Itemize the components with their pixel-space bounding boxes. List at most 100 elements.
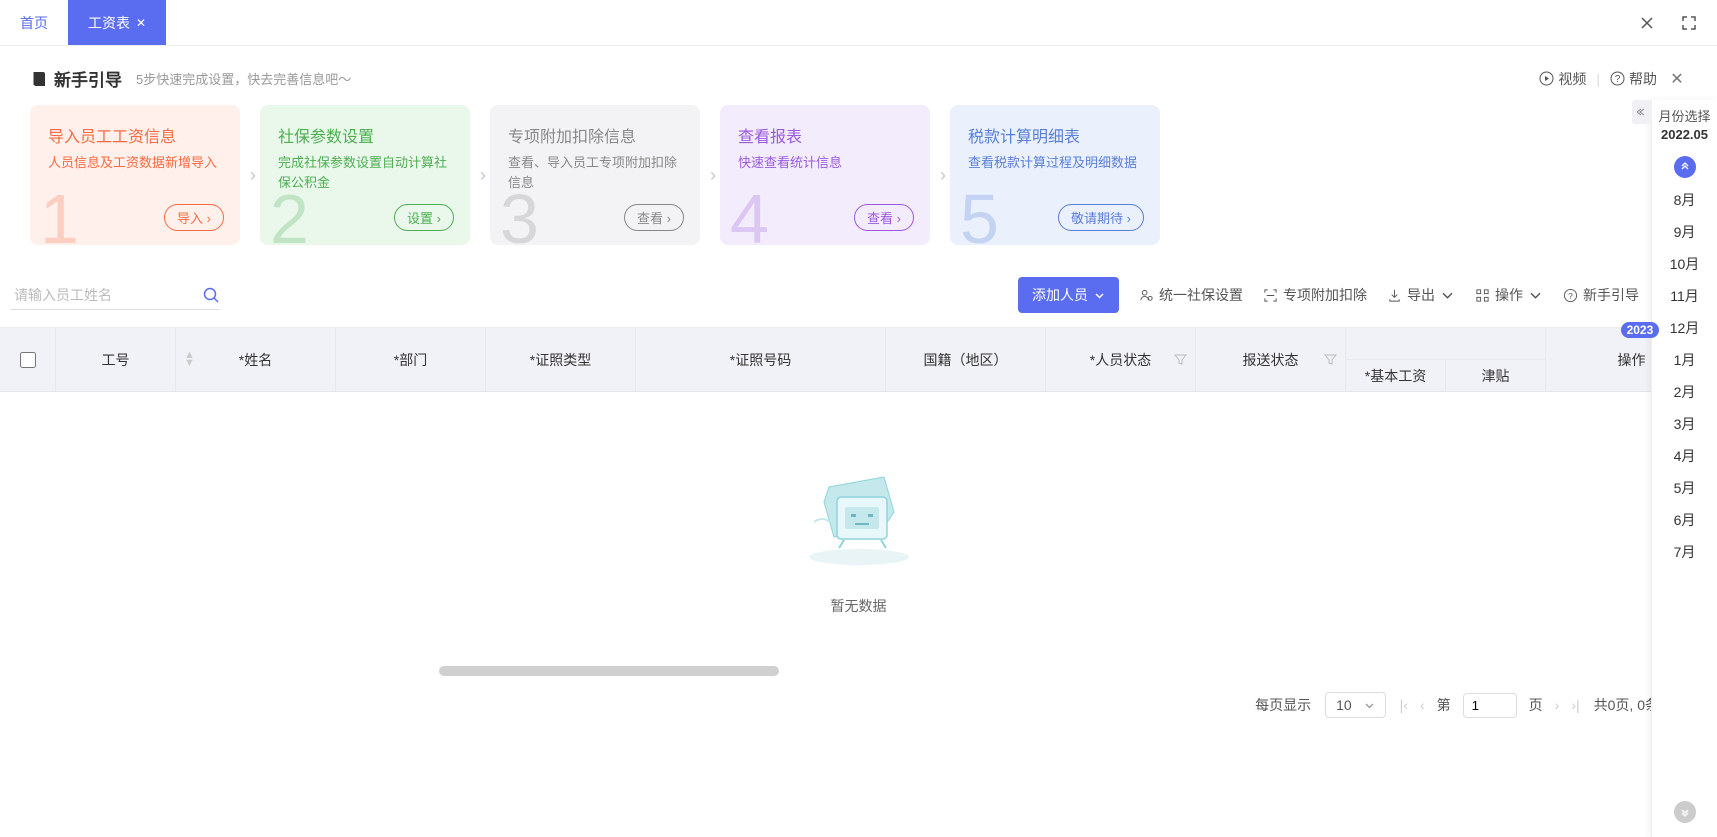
table: 工号 ▲▼ *姓名 *部门 *证照类型 *证照号码 国籍（地区） *人员状态 报… bbox=[0, 327, 1717, 676]
month-scroll-down-icon[interactable] bbox=[1674, 801, 1696, 823]
per-page-select[interactable]: 10 bbox=[1325, 692, 1386, 718]
step-1-btn[interactable]: 导入 bbox=[164, 204, 224, 231]
month-item[interactable]: 1月 bbox=[1668, 348, 1702, 372]
step-5-desc: 查看税款计算过程及明细数据 bbox=[968, 153, 1142, 173]
empty-image-icon bbox=[789, 452, 929, 572]
month-item[interactable]: 6月 bbox=[1668, 508, 1702, 532]
select-all-checkbox[interactable] bbox=[20, 352, 36, 368]
empty-text: 暂无数据 bbox=[831, 596, 887, 616]
per-page-label: 每页显示 bbox=[1255, 695, 1311, 715]
export-icon bbox=[1387, 288, 1402, 303]
divider: | bbox=[1596, 71, 1600, 87]
month-item[interactable]: 10月 bbox=[1664, 252, 1706, 276]
guide-close-icon[interactable]: ✕ bbox=[1667, 69, 1687, 89]
step-5-title: 税款计算明细表 bbox=[968, 123, 1142, 147]
year-badge: 2023 bbox=[1621, 322, 1660, 338]
search-wrap bbox=[10, 281, 220, 310]
sort-icon[interactable]: ▲▼ bbox=[184, 352, 195, 367]
scan-icon bbox=[1263, 288, 1278, 303]
first-page-icon[interactable]: |‹ bbox=[1400, 697, 1408, 713]
month-item[interactable]: 12月 bbox=[1664, 316, 1706, 340]
search-icon[interactable] bbox=[202, 286, 220, 304]
month-item[interactable]: 5月 bbox=[1668, 476, 1702, 500]
month-item[interactable]: 2月 bbox=[1668, 380, 1702, 404]
step-1-num: 1 bbox=[40, 179, 79, 259]
video-link[interactable]: 视频 bbox=[1539, 69, 1586, 89]
step-cards: 导入员工工资信息 人员信息及工资数据新增导入 1 导入 ›› 社保参数设置 完成… bbox=[30, 105, 1687, 245]
page-nav: |‹ ‹ 第 页 › ›| bbox=[1400, 693, 1580, 718]
step-4-btn[interactable]: 查看 bbox=[854, 204, 914, 231]
guide-header: 新手引导 5步快速完成设置，快去完善信息吧～ 视频 | ? 帮助 ✕ bbox=[30, 66, 1687, 91]
next-page-icon[interactable]: › bbox=[1555, 697, 1560, 713]
guide-link-label: 新手引导 bbox=[1583, 285, 1639, 305]
collapse-month-icon[interactable] bbox=[1632, 100, 1652, 124]
close-icon[interactable]: ✕ bbox=[136, 16, 146, 30]
col-nationality[interactable]: 国籍（地区） bbox=[886, 328, 1046, 391]
month-item[interactable]: 11月 bbox=[1664, 284, 1705, 308]
col-id[interactable]: 工号 bbox=[56, 328, 176, 391]
filter-icon[interactable] bbox=[1324, 353, 1337, 366]
help-icon: ? bbox=[1563, 288, 1578, 303]
book-icon bbox=[30, 70, 48, 88]
help-label: 帮助 bbox=[1629, 69, 1657, 89]
export-button[interactable]: 导出 bbox=[1387, 285, 1455, 305]
step-5-btn[interactable]: 敬请期待 bbox=[1058, 204, 1144, 231]
tab-salary-label: 工资表 bbox=[88, 13, 130, 33]
step-5-num: 5 bbox=[960, 179, 999, 259]
chevron-down-icon bbox=[1528, 288, 1543, 303]
add-person-label: 添加人员 bbox=[1032, 285, 1088, 305]
col-dept[interactable]: *部门 bbox=[336, 328, 486, 391]
step-4-title: 查看报表 bbox=[738, 123, 912, 147]
per-page-value: 10 bbox=[1336, 697, 1352, 713]
col-report-status[interactable]: 报送状态 bbox=[1196, 328, 1346, 391]
filter-icon[interactable] bbox=[1174, 353, 1187, 366]
col-idtype[interactable]: *证照类型 bbox=[486, 328, 636, 391]
unified-social-button[interactable]: 统一社保设置 bbox=[1139, 285, 1243, 305]
col-person-status[interactable]: *人员状态 bbox=[1046, 328, 1196, 391]
col-base-salary[interactable]: *基本工资 bbox=[1346, 360, 1446, 392]
month-item[interactable]: 8月 bbox=[1668, 188, 1702, 212]
video-label: 视频 bbox=[1558, 69, 1586, 89]
step-3-btn[interactable]: 查看 bbox=[624, 204, 684, 231]
step-2-num: 2 bbox=[270, 179, 309, 259]
month-item[interactable]: 7月 bbox=[1668, 540, 1702, 564]
search-input[interactable] bbox=[10, 281, 202, 309]
operate-label: 操作 bbox=[1495, 285, 1523, 305]
tab-salary[interactable]: 工资表 ✕ bbox=[68, 0, 166, 45]
operate-button[interactable]: 操作 bbox=[1475, 285, 1543, 305]
tab-home[interactable]: 首页 bbox=[0, 0, 68, 45]
month-scroll-up-icon[interactable] bbox=[1674, 156, 1696, 178]
col-name[interactable]: ▲▼ *姓名 bbox=[176, 328, 336, 391]
help-icon: ? bbox=[1610, 71, 1625, 86]
page-input[interactable] bbox=[1463, 693, 1517, 718]
special-deduct-button[interactable]: 专项附加扣除 bbox=[1263, 285, 1367, 305]
guide-title-text: 新手引导 bbox=[54, 66, 122, 91]
step-card-5: 税款计算明细表 查看税款计算过程及明细数据 5 敬请期待 bbox=[950, 105, 1160, 245]
chevron-down-icon bbox=[1364, 700, 1375, 711]
guide-link-button[interactable]: ? 新手引导 bbox=[1563, 285, 1639, 305]
top-bar: 首页 工资表 ✕ bbox=[0, 0, 1717, 46]
add-person-button[interactable]: 添加人员 bbox=[1018, 277, 1119, 313]
step-4-num: 4 bbox=[730, 179, 769, 259]
empty-state: 暂无数据 bbox=[0, 392, 1717, 656]
step-3-num: 3 bbox=[500, 179, 539, 259]
col-allowance[interactable]: 津贴 bbox=[1446, 360, 1545, 392]
tab-list: 首页 工资表 ✕ bbox=[0, 0, 166, 45]
col-rstatus-label: 报送状态 bbox=[1243, 350, 1299, 370]
month-item[interactable]: 3月 bbox=[1668, 412, 1702, 436]
month-panel: 月份选择 2022.05 8月9月10月11月12月20231月2月3月4月5月… bbox=[1651, 100, 1717, 837]
step-2-title: 社保参数设置 bbox=[278, 123, 452, 147]
close-icon[interactable] bbox=[1633, 9, 1661, 37]
month-item[interactable]: 9月 bbox=[1668, 220, 1702, 244]
help-link[interactable]: ? 帮助 bbox=[1610, 69, 1657, 89]
fullscreen-icon[interactable] bbox=[1675, 9, 1703, 37]
month-item[interactable]: 4月 bbox=[1668, 444, 1702, 468]
page-prefix: 第 bbox=[1437, 695, 1451, 715]
last-page-icon[interactable]: ›| bbox=[1571, 697, 1579, 713]
col-idnum[interactable]: *证照号码 bbox=[636, 328, 886, 391]
horizontal-scrollbar[interactable] bbox=[439, 666, 779, 676]
step-2-btn[interactable]: 设置 bbox=[394, 204, 454, 231]
prev-page-icon[interactable]: ‹ bbox=[1420, 697, 1425, 713]
svg-text:?: ? bbox=[1615, 74, 1621, 85]
step-1-title: 导入员工工资信息 bbox=[48, 123, 222, 147]
